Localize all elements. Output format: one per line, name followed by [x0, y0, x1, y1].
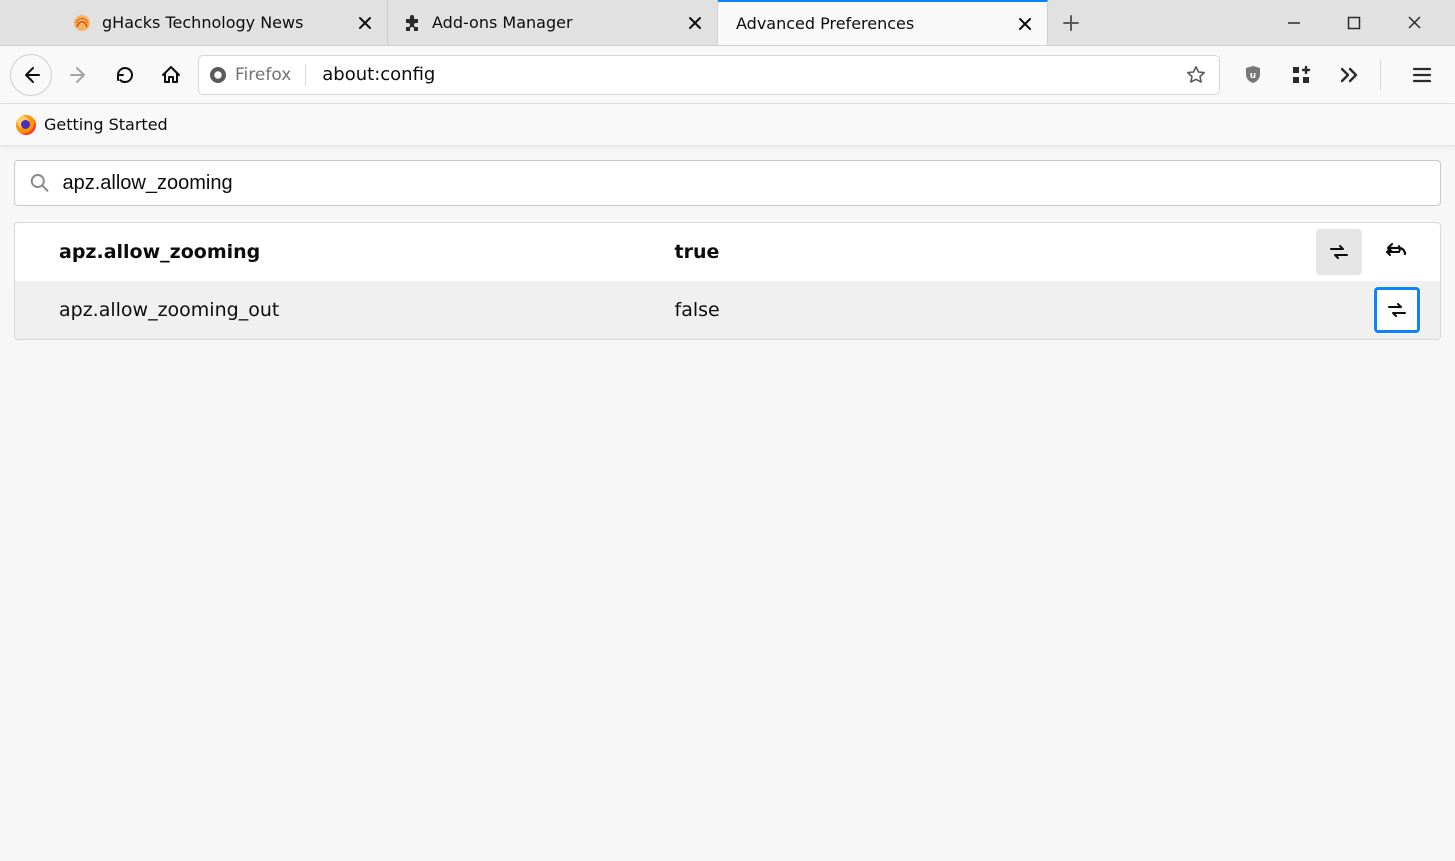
url-bar[interactable]: Firefox about:config — [198, 55, 1220, 95]
puzzle-icon — [402, 13, 422, 33]
tab-close-button[interactable] — [685, 13, 705, 33]
tab-ghacks[interactable]: gHacks Technology News — [58, 0, 388, 45]
reset-button[interactable] — [1374, 229, 1420, 275]
window-close-button[interactable] — [1401, 10, 1427, 36]
pref-search-input[interactable] — [62, 172, 1426, 195]
overflow-button[interactable] — [1332, 58, 1366, 92]
search-icon — [29, 172, 50, 194]
arrow-left-icon — [20, 64, 42, 86]
minimize-icon — [1286, 15, 1302, 31]
star-icon — [1186, 65, 1206, 85]
pref-name: apz.allow_zooming_out — [59, 299, 675, 321]
ghacks-favicon — [72, 13, 92, 33]
toggle-button[interactable] — [1316, 229, 1362, 275]
firefox-brand-icon — [209, 66, 227, 84]
window-maximize-button[interactable] — [1341, 10, 1367, 36]
toggle-button[interactable] — [1374, 287, 1420, 333]
toolbar-extension-area: u — [1236, 58, 1439, 92]
tab-strip: gHacks Technology News Add-ons Manager A… — [0, 0, 1455, 46]
pref-value: false — [675, 299, 1291, 321]
chevron-double-right-icon — [1338, 64, 1360, 86]
shield-icon: u — [1242, 64, 1264, 86]
pref-row[interactable]: apz.allow_zooming_out false — [15, 281, 1440, 339]
grid-plus-icon — [1291, 65, 1311, 85]
tab-addons[interactable]: Add-ons Manager — [388, 0, 718, 45]
pref-name: apz.allow_zooming — [59, 241, 675, 263]
identity-label: Firefox — [235, 65, 291, 85]
url-text[interactable]: about:config — [322, 64, 1171, 85]
extension-grid-button[interactable] — [1284, 58, 1318, 92]
close-icon — [1018, 17, 1032, 31]
window-minimize-button[interactable] — [1281, 10, 1307, 36]
svg-text:u: u — [1250, 71, 1256, 81]
toggle-icon — [1327, 240, 1351, 264]
identity-box[interactable]: Firefox — [209, 64, 312, 86]
ublock-button[interactable]: u — [1236, 58, 1270, 92]
back-button[interactable] — [10, 54, 52, 96]
window-controls — [1261, 0, 1455, 45]
pref-table: apz.allow_zooming true — [14, 222, 1441, 340]
bookmark-label: Getting Started — [44, 115, 168, 134]
tabstrip-spacer — [0, 0, 58, 45]
tab-title: Advanced Preferences — [736, 14, 1005, 33]
tab-close-button[interactable] — [355, 13, 375, 33]
close-icon — [358, 16, 372, 30]
navigation-toolbar: Firefox about:config u — [0, 46, 1455, 104]
firefox-icon — [16, 115, 36, 135]
about-config-content: apz.allow_zooming true — [0, 146, 1455, 861]
bookmark-getting-started[interactable]: Getting Started — [16, 115, 168, 135]
toolbar-separator — [1380, 60, 1381, 90]
pref-value: true — [675, 241, 1291, 263]
plus-icon — [1062, 14, 1080, 32]
reload-button[interactable] — [106, 56, 144, 94]
forward-button[interactable] — [60, 56, 98, 94]
tab-advanced-preferences[interactable]: Advanced Preferences — [718, 0, 1048, 45]
home-icon — [160, 64, 182, 86]
maximize-icon — [1347, 16, 1361, 30]
pref-actions — [1290, 229, 1420, 275]
bookmarks-toolbar: Getting Started — [0, 104, 1455, 146]
tab-close-button[interactable] — [1015, 14, 1035, 34]
close-icon — [1407, 15, 1422, 30]
pref-row[interactable]: apz.allow_zooming true — [15, 223, 1440, 281]
undo-icon — [1385, 240, 1409, 264]
pref-actions — [1290, 287, 1420, 333]
tab-title: Add-ons Manager — [432, 13, 675, 32]
toggle-icon — [1385, 298, 1409, 322]
hamburger-icon — [1412, 65, 1432, 85]
reload-icon — [115, 65, 135, 85]
close-icon — [688, 16, 702, 30]
app-menu-button[interactable] — [1405, 58, 1439, 92]
bookmark-star-button[interactable] — [1181, 60, 1211, 90]
new-tab-button[interactable] — [1048, 0, 1094, 45]
home-button[interactable] — [152, 56, 190, 94]
pref-search-box[interactable] — [14, 160, 1441, 206]
arrow-right-icon — [68, 64, 90, 86]
identity-separator — [305, 64, 306, 86]
tab-title: gHacks Technology News — [102, 13, 345, 32]
